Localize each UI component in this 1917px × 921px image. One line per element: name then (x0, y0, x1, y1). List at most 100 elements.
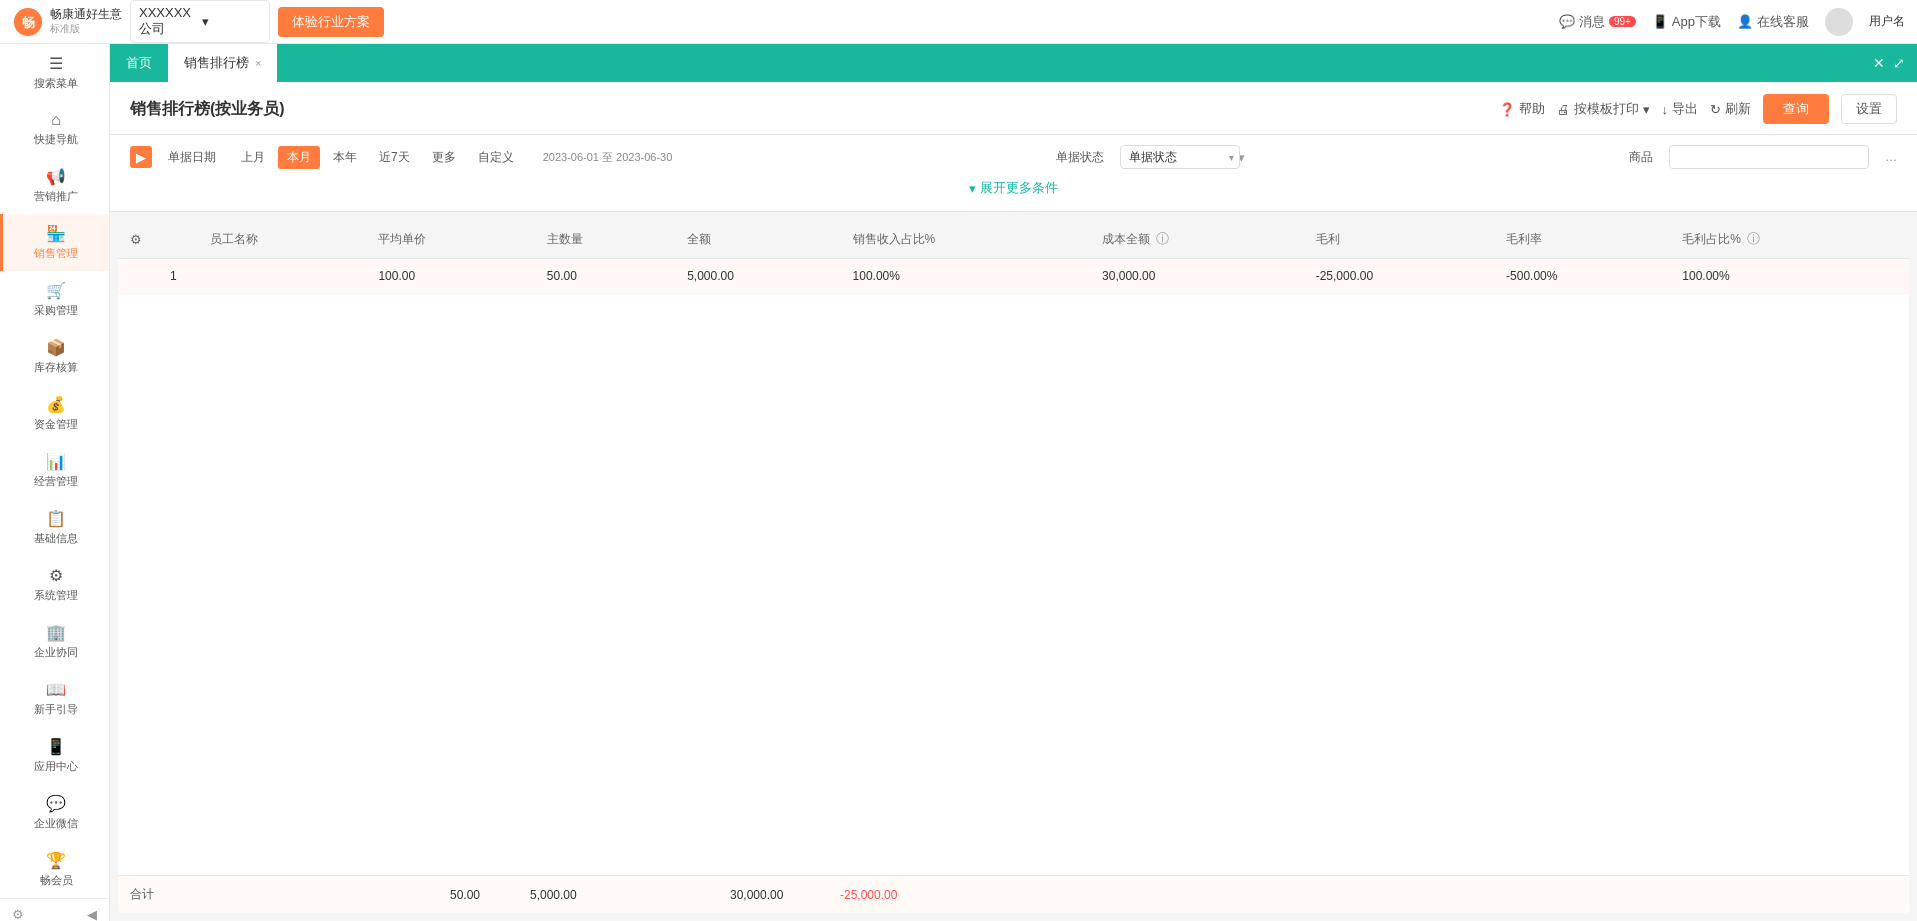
main-layout: ☰ 搜索菜单 ⌂ 快捷导航 📢 营销推广 🏪 销售管理 🛒 采购管理 📦 库存核… (0, 44, 1917, 921)
refresh-button[interactable]: ↻ 刷新 (1710, 100, 1751, 118)
export-button[interactable]: ↓ 导出 (1662, 100, 1699, 118)
goods-input[interactable] (1669, 145, 1869, 169)
sidebar-item-search[interactable]: ☰ 搜索菜单 (0, 44, 109, 101)
expand-row: ▾ 展开更多条件 (130, 169, 1897, 201)
footer-qty: 50.00 (450, 888, 530, 902)
sidebar-item-wechat[interactable]: 💬 企业微信 (0, 784, 109, 841)
th-profit-pct: 毛利占比% ⓘ (1670, 220, 1909, 259)
row-avg-price: 100.00 (366, 259, 534, 294)
sidebar-item-corp[interactable]: 🏢 企业协同 (0, 613, 109, 670)
date-range: 2023-06-01 至 2023-06-30 (543, 150, 673, 165)
date-tab-year[interactable]: 本年 (324, 146, 366, 169)
help-button[interactable]: ❓ 帮助 (1499, 100, 1545, 118)
message-badge: 99+ (1609, 16, 1636, 27)
sidebar-item-marketing[interactable]: 📢 营销推广 (0, 157, 109, 214)
date-tab-custom[interactable]: 自定义 (469, 146, 523, 169)
date-tab-more[interactable]: 更多 (423, 146, 465, 169)
tab-home[interactable]: 首页 (110, 44, 168, 82)
date-tab-prev[interactable]: 上月 (232, 146, 274, 169)
svg-text:畅: 畅 (22, 15, 35, 30)
logo-sub: 标准版 (50, 22, 122, 36)
sidebar-item-operation[interactable]: 📊 经营管理 (0, 442, 109, 499)
tab-bar: 首页 销售排行榜 × ✕ ⤢ (110, 44, 1917, 82)
footer-cost: 30,000.00 (730, 888, 840, 902)
tab-close-button[interactable]: ✕ (1873, 55, 1885, 71)
sidebar-item-member[interactable]: 🏆 畅会员 (0, 841, 109, 898)
page-title-row: 销售排行榜(按业务员) ❓ 帮助 🖨 按模板打印 ▾ ↓ (130, 94, 1897, 134)
marketing-icon: 📢 (46, 167, 66, 186)
sidebar-item-shortcut[interactable]: ⌂ 快捷导航 (0, 101, 109, 157)
operation-icon: 📊 (46, 452, 66, 471)
company-name: XXXXXX公司 (139, 5, 198, 38)
date-tab-7[interactable]: 近7天 (370, 146, 419, 169)
row-amount: 5,000.00 (675, 259, 840, 294)
finance-icon: 💰 (46, 395, 66, 414)
table-empty-area (118, 294, 1909, 875)
print-label: 按模板打印 (1574, 100, 1639, 118)
trial-button[interactable]: 体验行业方案 (278, 7, 384, 37)
profit-pct-info-icon[interactable]: ⓘ (1747, 231, 1760, 246)
logo-icon: 畅 (12, 6, 44, 38)
apps-icon: 📱 (46, 737, 66, 756)
sidebar-label-shortcut: 快捷导航 (34, 132, 78, 147)
table-footer: 合计 50.00 5,000.00 30,000.00 -25,000.00 (118, 875, 1909, 913)
status-select-wrapper: 单据状态 (1120, 145, 1240, 169)
guide-icon: 📖 (46, 680, 66, 699)
user-name: 用户名 (1869, 13, 1905, 30)
page-title: 销售排行榜(按业务员) (130, 99, 285, 120)
expand-label: 展开更多条件 (980, 179, 1058, 197)
tab-expand-button[interactable]: ⤢ (1893, 55, 1905, 71)
sidebar-item-inventory[interactable]: 📦 库存核算 (0, 328, 109, 385)
date-tab-cur[interactable]: 本月 (278, 146, 320, 169)
tab-close-icon[interactable]: × (255, 57, 261, 69)
cost-info-icon[interactable]: ⓘ (1156, 231, 1169, 246)
sidebar-item-purchase[interactable]: 🛒 采购管理 (0, 271, 109, 328)
sidebar-item-base[interactable]: 📋 基础信息 (0, 499, 109, 556)
tab-sales-rank[interactable]: 销售排行榜 × (168, 44, 277, 82)
row-settings (118, 259, 158, 294)
sidebar-label-operation: 经营管理 (34, 474, 78, 489)
tab-bar-right: ✕ ⤢ (1873, 55, 1917, 71)
tab-home-label: 首页 (126, 54, 152, 72)
status-select[interactable]: 单据状态 (1120, 145, 1240, 169)
data-table: ⚙ 员工名称 平均单价 主数量 全额 销售收入占比% 成本全额 ⓘ 毛利 毛利率… (118, 220, 1909, 294)
sidebar-label-corp: 企业协同 (34, 645, 78, 660)
sidebar-collapse-icon[interactable]: ◀ (87, 907, 97, 921)
wechat-icon: 💬 (46, 794, 66, 813)
th-name: 员工名称 (198, 220, 366, 259)
company-selector[interactable]: XXXXXX公司 ▾ (130, 0, 270, 43)
app-download-button[interactable]: 📱 App下载 (1652, 13, 1721, 31)
th-cost: 成本全额 ⓘ (1090, 220, 1304, 259)
sidebar-item-system[interactable]: ⚙ 系统管理 (0, 556, 109, 613)
more-button[interactable]: … (1885, 150, 1897, 164)
settings-button[interactable]: 设置 (1841, 94, 1897, 124)
th-rank (158, 220, 198, 259)
message-label: 消息 (1579, 13, 1605, 31)
top-bar-right: 💬 消息 99+ 📱 App下载 👤 在线客服 用户名 (1559, 8, 1905, 36)
query-button[interactable]: 查询 (1763, 94, 1829, 124)
th-avg-price: 平均单价 (366, 220, 534, 259)
row-sale-pct: 100.00% (841, 259, 1091, 294)
filter-expand-arrow[interactable]: ▶ (130, 146, 152, 168)
row-profit-rate: -500.00% (1494, 259, 1670, 294)
expand-conditions-button[interactable]: ▾ 展开更多条件 (969, 175, 1058, 201)
sidebar-item-apps[interactable]: 📱 应用中心 (0, 727, 109, 784)
th-settings[interactable]: ⚙ (118, 220, 158, 259)
print-button[interactable]: 🖨 按模板打印 ▾ (1557, 100, 1650, 118)
messages-button[interactable]: 💬 消息 99+ (1559, 13, 1636, 31)
sidebar-label-search: 搜索菜单 (34, 76, 78, 91)
sidebar-label-base: 基础信息 (34, 531, 78, 546)
table-body: 1 100.00 50.00 5,000.00 100.00% 30,000.0… (118, 259, 1909, 294)
message-icon: 💬 (1559, 14, 1575, 29)
member-icon: 🏆 (46, 851, 66, 870)
table-row: 1 100.00 50.00 5,000.00 100.00% 30,000.0… (118, 259, 1909, 294)
sidebar-item-sales[interactable]: 🏪 销售管理 (0, 214, 109, 271)
sidebar-settings-icon[interactable]: ⚙ (12, 907, 24, 921)
sidebar-item-guide[interactable]: 📖 新手引导 (0, 670, 109, 727)
refresh-label: 刷新 (1725, 100, 1751, 118)
page-content: 销售排行榜(按业务员) ❓ 帮助 🖨 按模板打印 ▾ ↓ (110, 82, 1917, 921)
avatar[interactable] (1825, 8, 1853, 36)
sidebar-item-finance[interactable]: 💰 资金管理 (0, 385, 109, 442)
footer-label: 合计 (130, 886, 330, 903)
online-service-button[interactable]: 👤 在线客服 (1737, 13, 1809, 31)
